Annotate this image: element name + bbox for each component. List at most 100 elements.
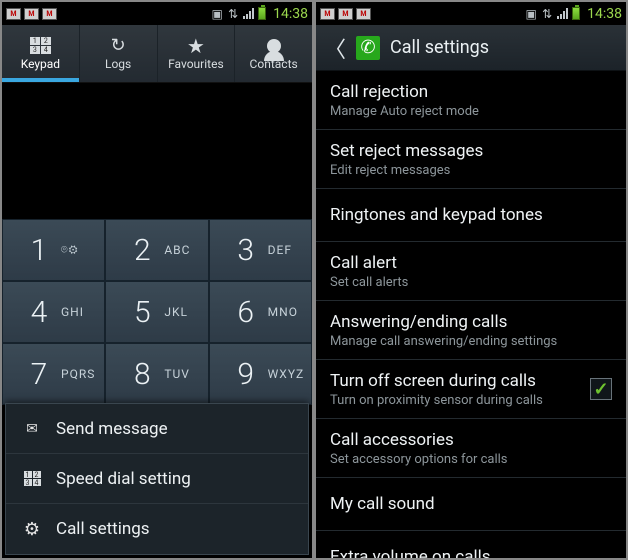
key-digit: 7 bbox=[27, 357, 51, 392]
gear-icon: ⚙ bbox=[22, 520, 42, 538]
key-2[interactable]: 2 ABC bbox=[105, 219, 208, 281]
item-title: Set reject messages bbox=[330, 140, 612, 162]
item-sub: Manage call answering/ending settings bbox=[330, 334, 612, 349]
item-title: Extra volume on calls bbox=[330, 546, 612, 558]
key-digit: 2 bbox=[130, 233, 154, 268]
key-5[interactable]: 5 JKL bbox=[105, 281, 208, 343]
item-turn-off-screen[interactable]: Turn off screen during calls Turn on pro… bbox=[316, 360, 626, 419]
key-letters: PQRS bbox=[61, 367, 95, 381]
checkbox[interactable]: ✓ bbox=[590, 378, 612, 400]
key-letters: WXYZ bbox=[268, 367, 305, 381]
key-8[interactable]: 8 TUV bbox=[105, 343, 208, 405]
key-digit: 9 bbox=[234, 357, 258, 392]
item-title: Call alert bbox=[330, 252, 612, 274]
status-right: ▣ ⇅ 14:38 bbox=[211, 6, 308, 22]
menu-send-message[interactable]: ✉ Send message bbox=[6, 404, 308, 454]
item-title: Ringtones and keypad tones bbox=[330, 204, 612, 226]
gmail-icon bbox=[338, 8, 353, 20]
key-letters: MNO bbox=[268, 305, 298, 319]
logs-icon: ↻ bbox=[108, 37, 128, 55]
status-bar: ▣ ⇅ 14:38 bbox=[2, 2, 312, 25]
item-title: Answering/ending calls bbox=[330, 311, 612, 333]
signal-icon bbox=[557, 8, 568, 19]
status-right: ▣ ⇅ 14:38 bbox=[525, 6, 622, 22]
tab-favourites[interactable]: ★ Favourites bbox=[158, 25, 236, 82]
gmail-icon bbox=[6, 8, 21, 20]
status-bar: ▣ ⇅ 14:38 bbox=[316, 2, 626, 25]
signal-icon bbox=[243, 8, 254, 19]
key-6[interactable]: 6 MNO bbox=[209, 281, 312, 343]
key-3[interactable]: 3 DEF bbox=[209, 219, 312, 281]
tab-label: Favourites bbox=[168, 57, 224, 71]
key-letters: DEF bbox=[268, 243, 292, 257]
item-title: Call rejection bbox=[330, 81, 612, 103]
key-letters: JKL bbox=[164, 305, 188, 319]
key-letters: ABC bbox=[164, 243, 190, 257]
key-digit: 4 bbox=[27, 295, 51, 330]
key-1[interactable]: 1 ⌾⚙ bbox=[2, 219, 105, 281]
item-extra-volume[interactable]: Extra volume on calls bbox=[316, 531, 626, 558]
status-clock: 14:38 bbox=[273, 6, 308, 22]
key-digit: 6 bbox=[234, 295, 258, 330]
battery-icon bbox=[258, 7, 266, 20]
contacts-icon bbox=[264, 37, 284, 55]
tab-keypad[interactable]: 1234 Keypad bbox=[2, 25, 80, 82]
wifi-icon: ⇅ bbox=[227, 8, 239, 20]
gmail-icon bbox=[320, 8, 335, 20]
nfc-icon: ▣ bbox=[525, 8, 537, 20]
item-answering-ending[interactable]: Answering/ending calls Manage call answe… bbox=[316, 301, 626, 360]
key-letters: GHI bbox=[61, 305, 84, 319]
item-set-reject-messages[interactable]: Set reject messages Edit reject messages bbox=[316, 130, 626, 189]
tab-contacts[interactable]: Contacts bbox=[235, 25, 312, 82]
key-digit: 1 bbox=[27, 233, 51, 268]
item-call-accessories[interactable]: Call accessories Set accessory options f… bbox=[316, 419, 626, 478]
phone-callsettings-screen: ▣ ⇅ 14:38 〈 ✆ Call settings Call rejecti… bbox=[316, 2, 626, 558]
item-sub: Manage Auto reject mode bbox=[330, 104, 612, 119]
key-digit: 5 bbox=[130, 295, 154, 330]
wifi-icon: ⇅ bbox=[541, 8, 553, 20]
settings-header[interactable]: 〈 ✆ Call settings bbox=[316, 25, 626, 71]
tab-logs[interactable]: ↻ Logs bbox=[80, 25, 158, 82]
tab-label: Logs bbox=[105, 57, 131, 71]
gmail-icon bbox=[42, 8, 57, 20]
number-display bbox=[2, 83, 312, 219]
item-sub: Set call alerts bbox=[330, 275, 612, 290]
key-digit: 8 bbox=[130, 357, 154, 392]
key-7[interactable]: 7 PQRS bbox=[2, 343, 105, 405]
item-title: Call accessories bbox=[330, 429, 612, 451]
key-9[interactable]: 9 WXYZ bbox=[209, 343, 312, 405]
gmail-icon bbox=[24, 8, 39, 20]
star-icon: ★ bbox=[186, 37, 206, 55]
nfc-icon: ▣ bbox=[211, 8, 223, 20]
menu-label: Speed dial setting bbox=[56, 469, 191, 489]
phone-dialer-screen: ▣ ⇅ 14:38 1234 Keypad ↻ Logs ★ Favourite… bbox=[2, 2, 312, 558]
menu-label: Send message bbox=[56, 419, 168, 439]
key-4[interactable]: 4 GHI bbox=[2, 281, 105, 343]
item-sub: Edit reject messages bbox=[330, 163, 612, 178]
status-left bbox=[6, 8, 57, 20]
tab-label: Keypad bbox=[21, 57, 60, 71]
item-title: My call sound bbox=[330, 493, 612, 515]
item-title: Turn off screen during calls bbox=[330, 370, 580, 392]
item-call-rejection[interactable]: Call rejection Manage Auto reject mode bbox=[316, 71, 626, 130]
settings-title: Call settings bbox=[390, 37, 489, 58]
item-call-alert[interactable]: Call alert Set call alerts bbox=[316, 242, 626, 301]
key-letters: TUV bbox=[164, 367, 190, 381]
item-sub: Set accessory options for calls bbox=[330, 452, 612, 467]
item-my-call-sound[interactable]: My call sound bbox=[316, 478, 626, 531]
envelope-icon: ✉ bbox=[22, 420, 42, 438]
menu-call-settings[interactable]: ⚙ Call settings bbox=[6, 504, 308, 554]
settings-list[interactable]: Call rejection Manage Auto reject mode S… bbox=[316, 71, 626, 558]
menu-label: Call settings bbox=[56, 519, 150, 539]
battery-icon bbox=[572, 7, 580, 20]
item-sub: Turn on proximity sensor during calls bbox=[330, 393, 580, 408]
voicemail-icon: ⌾⚙ bbox=[61, 243, 79, 257]
options-menu: ✉ Send message 1234 Speed dial setting ⚙… bbox=[5, 403, 309, 555]
status-left bbox=[320, 8, 371, 20]
gmail-icon bbox=[356, 8, 371, 20]
menu-speed-dial[interactable]: 1234 Speed dial setting bbox=[6, 454, 308, 504]
key-digit: 3 bbox=[234, 233, 258, 268]
back-icon[interactable]: 〈 bbox=[324, 32, 346, 64]
item-ringtones-keypad-tones[interactable]: Ringtones and keypad tones bbox=[316, 189, 626, 242]
speed-dial-icon: 1234 bbox=[22, 470, 42, 488]
